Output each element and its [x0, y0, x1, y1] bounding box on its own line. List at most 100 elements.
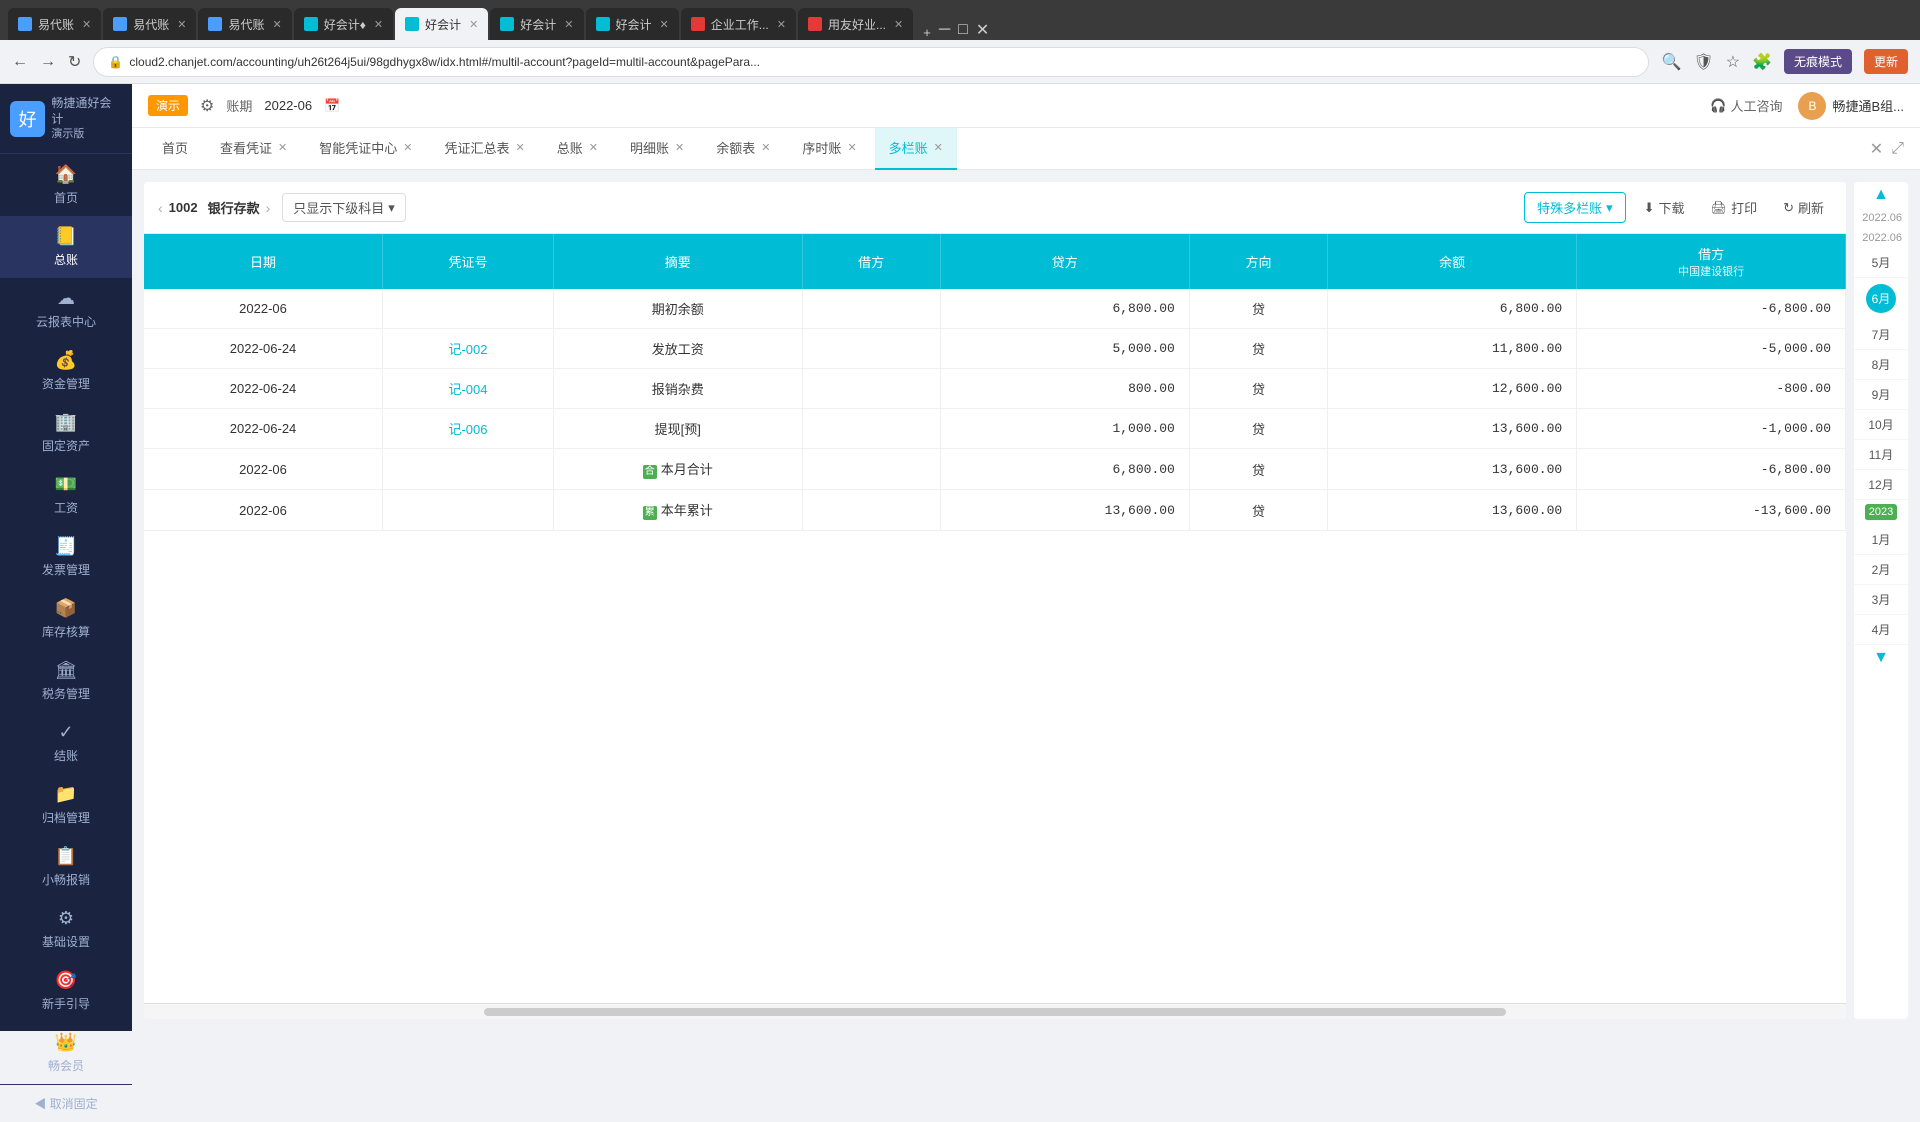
sidebar-item-fund[interactable]: 💰 资金管理	[0, 340, 132, 402]
unpin-button[interactable]: ◀ 取消固定	[0, 1085, 132, 1122]
browser-tab-6[interactable]: 好会计 ✕	[490, 8, 583, 40]
sidebar-label-archive: 归档管理	[42, 809, 90, 826]
sub-account-filter[interactable]: 只显示下级科目 ▾	[282, 193, 406, 222]
tab-close-2[interactable]: ✕	[177, 18, 186, 31]
browser-tab-9[interactable]: 用友好业... ✕	[798, 8, 913, 40]
sidebar-item-payroll[interactable]: 💵 工资	[0, 464, 132, 526]
tab-close-7[interactable]: ✕	[660, 18, 669, 31]
sidebar-item-inventory[interactable]: 📦 库存核算	[0, 588, 132, 650]
tab-close-6[interactable]: ✕	[564, 18, 573, 31]
sidebar-item-ledger[interactable]: 📒 总账	[0, 216, 132, 278]
close-window-icon[interactable]: ✕	[976, 20, 989, 40]
bookmark-icon[interactable]: ☆	[1726, 52, 1740, 72]
tab-close-5[interactable]: ✕	[469, 18, 478, 31]
browser-tab-3[interactable]: 易代账 ✕	[198, 8, 291, 40]
top-bar-settings-icon[interactable]: ⚙	[200, 96, 214, 116]
forward-button[interactable]: →	[40, 53, 56, 71]
sidebar-item-cloud-report[interactable]: ☁ 云报表中心	[0, 278, 132, 340]
tab-close-9[interactable]: ✕	[894, 18, 903, 31]
nav-tab-summary-close[interactable]: ✕	[516, 141, 525, 154]
reload-button[interactable]: ↻	[68, 52, 81, 72]
browser-tab-1[interactable]: 易代账 ✕	[8, 8, 101, 40]
tab-close-3[interactable]: ✕	[272, 18, 281, 31]
date-month-october[interactable]: 10月	[1854, 410, 1908, 440]
maximize-icon[interactable]: □	[958, 21, 968, 39]
table-row: 2022-06 累本年累计 13,600.00 贷 13,600.00 -13,…	[144, 490, 1846, 531]
download-button[interactable]: ⬇ 下载	[1636, 193, 1693, 222]
sidebar-item-tax[interactable]: 🏛 税务管理	[0, 650, 132, 712]
url-input[interactable]: 🔒 cloud2.chanjet.com/accounting/uh26t264…	[93, 47, 1649, 77]
date-scroll-down[interactable]: ▼	[1854, 645, 1908, 671]
date-month-december[interactable]: 12月	[1854, 470, 1908, 500]
nav-tab-general-ledger[interactable]: 总账 ✕	[543, 128, 612, 170]
horizontal-scrollbar[interactable]	[144, 1003, 1846, 1019]
sidebar-item-fixed-assets[interactable]: 🏢 固定资产	[0, 402, 132, 464]
nav-tab-general-close[interactable]: ✕	[589, 141, 598, 154]
close-panel-icon[interactable]: ✕	[1870, 139, 1883, 159]
update-button[interactable]: 更新	[1864, 49, 1908, 74]
next-account-button[interactable]: ›	[266, 200, 271, 216]
nav-tab-home[interactable]: 首页	[148, 128, 202, 170]
refresh-button[interactable]: ↻ 刷新	[1775, 193, 1832, 222]
date-month-mar[interactable]: 3月	[1854, 585, 1908, 615]
browser-tab-5[interactable]: 好会计 ✕	[395, 8, 488, 40]
sidebar-item-membership[interactable]: 👑 畅会员	[0, 1022, 132, 1084]
new-tab-button[interactable]: +	[915, 25, 939, 40]
nav-tab-balance-close[interactable]: ✕	[761, 141, 770, 154]
date-month-apr[interactable]: 4月	[1854, 615, 1908, 645]
sidebar-item-archive[interactable]: 📁 归档管理	[0, 774, 132, 836]
period-calendar-icon[interactable]: 📅	[324, 98, 340, 114]
sidebar-item-home[interactable]: 🏠 首页	[0, 154, 132, 216]
nav-tab-multi-close[interactable]: ✕	[934, 141, 943, 154]
tab-close-4[interactable]: ✕	[374, 18, 383, 31]
sidebar-item-guide[interactable]: 🎯 新手引导	[0, 960, 132, 1022]
minimize-icon[interactable]: ─	[939, 21, 950, 39]
multi-col-button[interactable]: 特殊多栏账 ▾	[1524, 192, 1626, 223]
nav-tab-detail[interactable]: 明细账 ✕	[616, 128, 698, 170]
date-month-june[interactable]: 6月	[1866, 284, 1896, 314]
shield-icon[interactable]: 🛡	[1693, 52, 1713, 72]
stealth-button[interactable]: 无痕模式	[1784, 49, 1852, 74]
nav-tab-sequential-close[interactable]: ✕	[847, 141, 856, 154]
sidebar-item-settings[interactable]: ⚙ 基础设置	[0, 898, 132, 960]
tab-close-1[interactable]: ✕	[82, 18, 91, 31]
date-month-september[interactable]: 9月	[1854, 380, 1908, 410]
nav-tab-voucher[interactable]: 查看凭证 ✕	[206, 128, 301, 170]
search-icon[interactable]: 🔍	[1661, 52, 1681, 72]
nav-tab-smart-close[interactable]: ✕	[403, 141, 412, 154]
date-month-may[interactable]: 5月	[1854, 248, 1908, 278]
nav-tab-sequential[interactable]: 序时账 ✕	[788, 128, 870, 170]
tab-label-8: 企业工作...	[711, 16, 769, 33]
voucher-link[interactable]: 记-006	[448, 422, 487, 437]
prev-account-button[interactable]: ‹	[158, 200, 163, 216]
nav-tab-balance[interactable]: 余额表 ✕	[702, 128, 784, 170]
nav-tab-smart-voucher[interactable]: 智能凭证中心 ✕	[305, 128, 426, 170]
browser-tab-7[interactable]: 好会计 ✕	[586, 8, 679, 40]
sidebar-item-invoice[interactable]: 🧾 发票管理	[0, 526, 132, 588]
date-scroll-up[interactable]: ▲	[1854, 182, 1908, 208]
tab-close-8[interactable]: ✕	[777, 18, 786, 31]
date-month-july[interactable]: 7月	[1854, 320, 1908, 350]
date-year-header-2022-1: 2022.06	[1854, 208, 1908, 228]
nav-tab-summary[interactable]: 凭证汇总表 ✕	[430, 128, 538, 170]
voucher-link[interactable]: 记-004	[448, 382, 487, 397]
nav-tab-multi-col[interactable]: 多栏账 ✕	[875, 128, 957, 170]
expand-panel-icon[interactable]: ⤢	[1891, 140, 1904, 158]
consult-button[interactable]: 🎧 人工咨询	[1710, 96, 1782, 115]
voucher-link[interactable]: 记-002	[448, 342, 487, 357]
date-month-jan[interactable]: 1月	[1854, 525, 1908, 555]
browser-tab-8[interactable]: 企业工作... ✕	[681, 8, 796, 40]
browser-tab-2[interactable]: 易代账 ✕	[103, 8, 196, 40]
year-2023-badge[interactable]: 2023	[1865, 504, 1897, 521]
date-month-august[interactable]: 8月	[1854, 350, 1908, 380]
browser-tab-4[interactable]: 好会计♦ ✕	[294, 8, 393, 40]
sidebar-item-expense[interactable]: 📋 小畅报销	[0, 836, 132, 898]
nav-tab-detail-close[interactable]: ✕	[675, 141, 684, 154]
sidebar-item-closing[interactable]: ✓ 结账	[0, 712, 132, 774]
extension-icon[interactable]: 🧩	[1752, 52, 1772, 72]
date-month-november[interactable]: 11月	[1854, 440, 1908, 470]
back-button[interactable]: ←	[12, 53, 28, 71]
print-button[interactable]: 🖨 打印	[1703, 193, 1766, 222]
date-month-feb[interactable]: 2月	[1854, 555, 1908, 585]
nav-tab-voucher-close[interactable]: ✕	[278, 141, 287, 154]
